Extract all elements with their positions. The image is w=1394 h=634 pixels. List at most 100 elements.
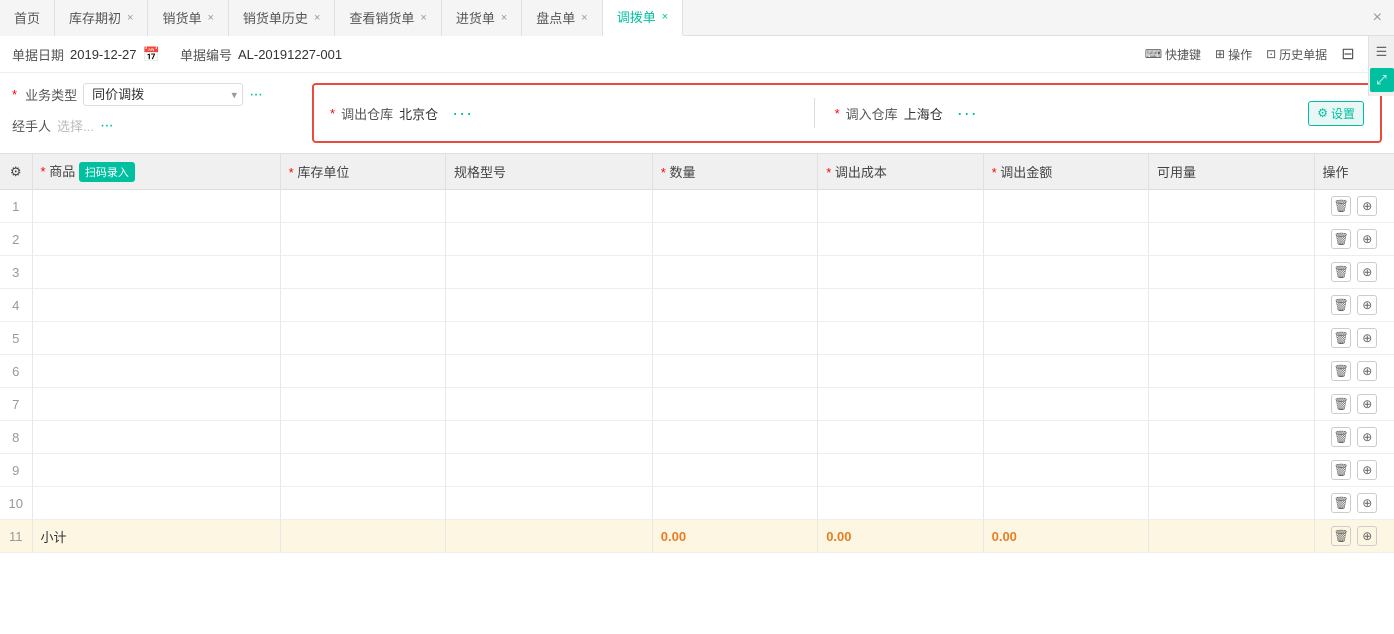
person-select[interactable]: 选择... [57, 116, 94, 135]
calendar-icon[interactable]: 📅 [143, 46, 160, 63]
operations-button[interactable]: ⊞ 操作 [1215, 46, 1252, 63]
cost-cell[interactable] [818, 289, 983, 322]
tab-home[interactable]: 首页 [0, 0, 55, 36]
amount-cell[interactable] [983, 388, 1148, 421]
spec-cell[interactable] [446, 256, 653, 289]
unit-cell[interactable] [280, 421, 445, 454]
qty-cell[interactable] [652, 388, 817, 421]
delete-icon[interactable]: 🗑 [1331, 526, 1351, 546]
settings-button[interactable]: ⚙ 设置 [1308, 101, 1364, 126]
copy-icon[interactable]: ⊕ [1357, 328, 1377, 348]
unit-cell[interactable] [280, 289, 445, 322]
amount-cell[interactable] [983, 355, 1148, 388]
qty-cell[interactable] [652, 190, 817, 223]
column-settings-icon[interactable]: ⚙ [10, 164, 22, 180]
spec-cell[interactable] [446, 223, 653, 256]
product-cell[interactable] [32, 289, 280, 322]
tab-inventory-init[interactable]: 库存期初 × [55, 0, 148, 36]
unit-cell[interactable] [280, 223, 445, 256]
right-panel-expand-icon[interactable]: ⤢ [1370, 68, 1394, 92]
spec-cell[interactable] [446, 355, 653, 388]
available-cell[interactable] [1149, 256, 1314, 289]
delete-icon[interactable]: 🗑 [1331, 493, 1351, 513]
product-cell[interactable] [32, 388, 280, 421]
tab-close-sales-history[interactable]: × [314, 12, 320, 24]
qty-cell[interactable] [652, 289, 817, 322]
product-cell[interactable] [32, 322, 280, 355]
delete-icon[interactable]: 🗑 [1331, 460, 1351, 480]
available-cell[interactable] [1149, 454, 1314, 487]
available-cell[interactable] [1149, 223, 1314, 256]
available-cell[interactable] [1149, 388, 1314, 421]
cost-cell[interactable] [818, 322, 983, 355]
cost-cell[interactable] [818, 223, 983, 256]
delete-icon[interactable]: 🗑 [1331, 427, 1351, 447]
available-cell[interactable] [1149, 322, 1314, 355]
amount-cell[interactable] [983, 223, 1148, 256]
amount-cell[interactable] [983, 487, 1148, 520]
qty-cell[interactable] [652, 487, 817, 520]
spec-cell[interactable] [446, 388, 653, 421]
copy-icon[interactable]: ⊕ [1357, 361, 1377, 381]
amount-cell[interactable] [983, 289, 1148, 322]
business-type-select[interactable]: 同价调拨 [83, 83, 243, 106]
available-cell[interactable] [1149, 487, 1314, 520]
cost-cell[interactable] [818, 256, 983, 289]
tab-close-inventory-check[interactable]: × [581, 12, 587, 24]
delete-icon[interactable]: 🗑 [1331, 394, 1351, 414]
right-panel-list-icon[interactable]: ☰ [1370, 40, 1394, 64]
copy-icon[interactable]: ⊕ [1357, 460, 1377, 480]
tab-transfer[interactable]: 调拨单 × [603, 0, 683, 36]
product-cell[interactable] [32, 487, 280, 520]
delete-icon[interactable]: 🗑 [1331, 295, 1351, 315]
unit-cell[interactable] [280, 190, 445, 223]
tab-purchase[interactable]: 进货单 × [442, 0, 522, 36]
tab-close-purchase[interactable]: × [501, 12, 507, 24]
copy-icon[interactable]: ⊕ [1357, 394, 1377, 414]
amount-cell[interactable] [983, 256, 1148, 289]
qty-cell[interactable] [652, 421, 817, 454]
available-cell[interactable] [1149, 355, 1314, 388]
copy-icon[interactable]: ⊕ [1357, 229, 1377, 249]
unit-cell[interactable] [280, 256, 445, 289]
spec-cell[interactable] [446, 421, 653, 454]
delete-icon[interactable]: 🗑 [1331, 328, 1351, 348]
table-container[interactable]: ⚙ * 商品 扫码录入 * 库存单位 规格型号 [0, 153, 1394, 634]
in-warehouse-more[interactable]: ··· [957, 103, 978, 124]
available-cell[interactable] [1149, 289, 1314, 322]
unit-cell[interactable] [280, 322, 445, 355]
out-warehouse-more[interactable]: ··· [452, 103, 473, 124]
cost-cell[interactable] [818, 487, 983, 520]
spec-cell[interactable] [446, 487, 653, 520]
tab-close-inventory-init[interactable]: × [127, 12, 133, 24]
copy-icon[interactable]: ⊕ [1357, 196, 1377, 216]
copy-icon[interactable]: ⊕ [1357, 295, 1377, 315]
product-cell[interactable] [32, 223, 280, 256]
person-more[interactable]: ··· [100, 117, 113, 135]
copy-icon[interactable]: ⊕ [1357, 262, 1377, 282]
amount-cell[interactable] [983, 190, 1148, 223]
unit-cell[interactable] [280, 487, 445, 520]
delete-icon[interactable]: 🗑 [1331, 229, 1351, 249]
spec-cell[interactable] [446, 454, 653, 487]
scan-input-button[interactable]: 扫码录入 [79, 162, 135, 182]
cost-cell[interactable] [818, 355, 983, 388]
available-cell[interactable] [1149, 190, 1314, 223]
qty-cell[interactable] [652, 256, 817, 289]
amount-cell[interactable] [983, 421, 1148, 454]
shortcuts-button[interactable]: ⌨ 快捷键 [1145, 46, 1201, 63]
amount-cell[interactable] [983, 322, 1148, 355]
tab-inventory-check[interactable]: 盘点单 × [522, 0, 602, 36]
tab-sales-history[interactable]: 销货单历史 × [229, 0, 335, 36]
qty-cell[interactable] [652, 322, 817, 355]
delete-icon[interactable]: 🗑 [1331, 361, 1351, 381]
copy-icon[interactable]: ⊕ [1357, 427, 1377, 447]
unit-cell[interactable] [280, 355, 445, 388]
spec-cell[interactable] [446, 322, 653, 355]
tab-bar-close-button[interactable]: × [1361, 9, 1394, 27]
copy-icon[interactable]: ⊕ [1357, 493, 1377, 513]
copy-icon[interactable]: ⊕ [1357, 526, 1377, 546]
delete-icon[interactable]: 🗑 [1331, 196, 1351, 216]
qty-cell[interactable] [652, 454, 817, 487]
product-cell[interactable] [32, 256, 280, 289]
